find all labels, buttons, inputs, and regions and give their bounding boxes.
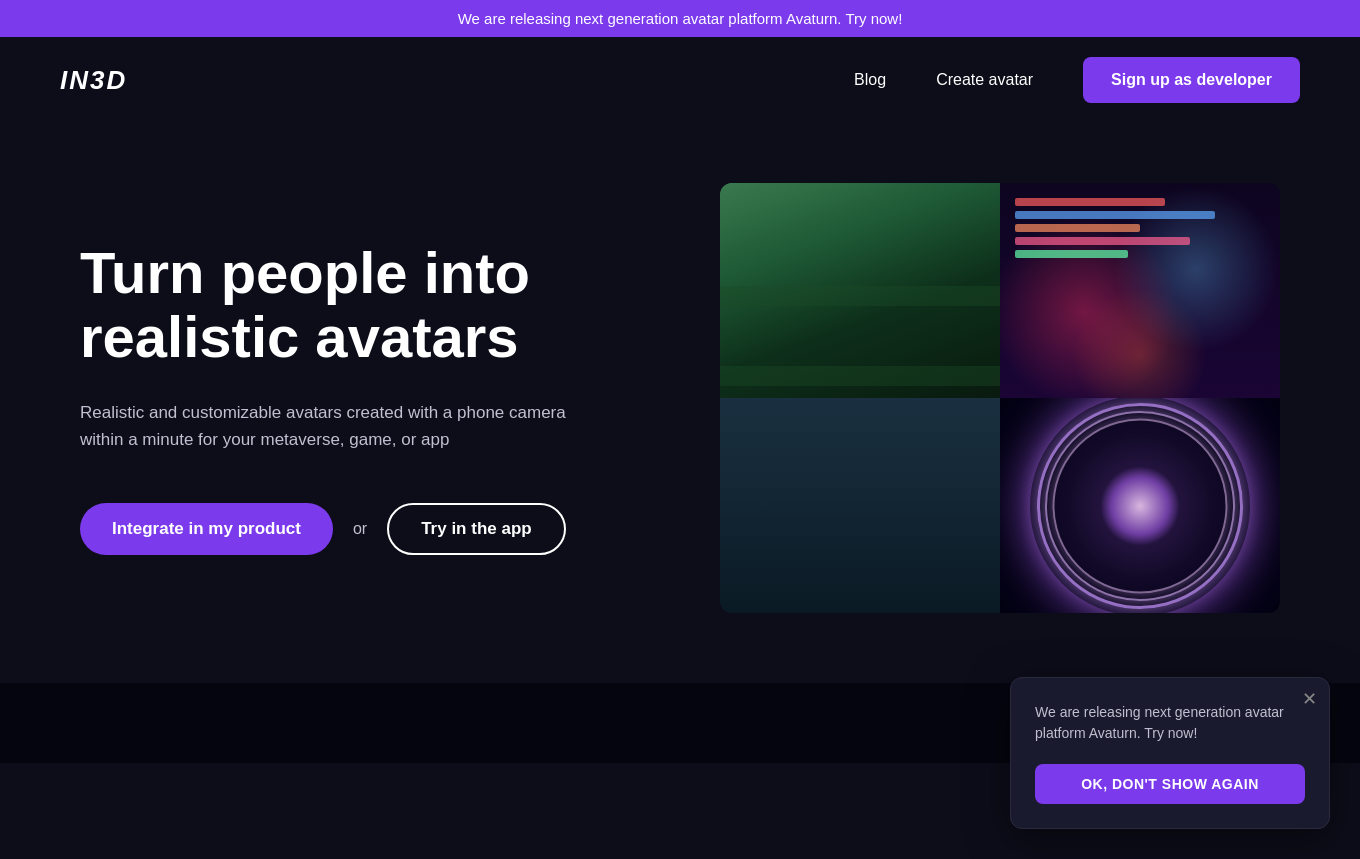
hero-title: Turn people into realistic avatars xyxy=(80,241,660,369)
integrate-product-button[interactable]: Integrate in my product xyxy=(80,503,333,555)
hero-image-grid xyxy=(720,183,1280,613)
hero-section: Turn people into realistic avatars Reali… xyxy=(0,123,1360,673)
hero-image-park xyxy=(720,183,1000,398)
or-separator: or xyxy=(353,520,367,538)
hero-image-street xyxy=(720,398,1000,613)
hero-subtitle: Realistic and customizable avatars creat… xyxy=(80,399,580,453)
nav-link-create-avatar[interactable]: Create avatar xyxy=(936,71,1033,89)
try-app-button[interactable]: Try in the app xyxy=(387,503,566,555)
nav-links: Blog Create avatar Sign up as developer xyxy=(854,57,1300,103)
energy-ring-2 xyxy=(1020,398,1259,613)
hero-content: Turn people into realistic avatars Reali… xyxy=(80,241,660,555)
energy-core xyxy=(1100,466,1180,546)
notification-popup: ✕ We are releasing next generation avata… xyxy=(1010,677,1330,829)
popup-ok-button[interactable]: OK, DON'T SHOW AGAIN xyxy=(1035,764,1305,804)
nav-link-blog[interactable]: Blog xyxy=(854,71,886,89)
hero-actions: Integrate in my product or Try in the ap… xyxy=(80,503,660,555)
announcement-banner[interactable]: We are releasing next generation avatar … xyxy=(0,0,1360,37)
hero-image-energy-sphere xyxy=(1000,398,1280,613)
popup-close-button[interactable]: ✕ xyxy=(1302,690,1317,708)
banner-text: We are releasing next generation avatar … xyxy=(458,10,903,27)
energy-ring-1 xyxy=(1010,398,1270,613)
logo[interactable]: IN3D xyxy=(60,65,127,96)
hero-image-neon-city xyxy=(1000,183,1280,398)
navigation: IN3D Blog Create avatar Sign up as devel… xyxy=(0,37,1360,123)
neon-overlay xyxy=(1000,183,1280,398)
signup-developer-button[interactable]: Sign up as developer xyxy=(1083,57,1300,103)
popup-text: We are releasing next generation avatar … xyxy=(1035,702,1305,744)
